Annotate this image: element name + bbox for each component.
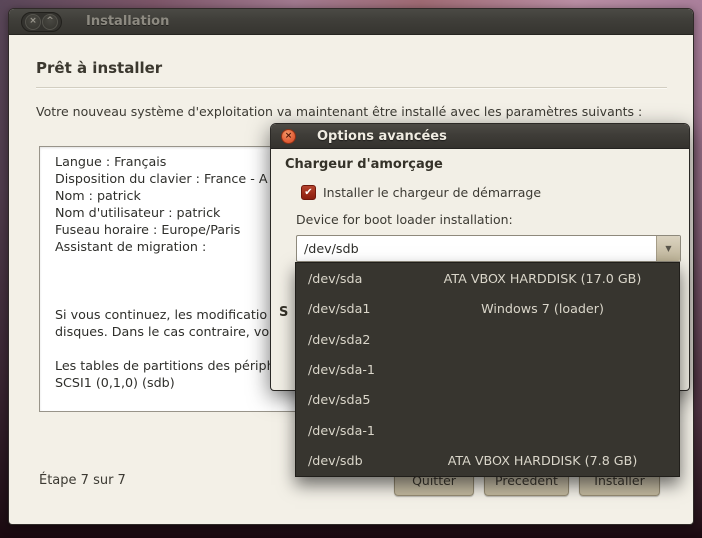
boot-device-combobox[interactable]: /dev/sdb ▼	[296, 235, 681, 262]
hidden-section-fragment: S	[279, 305, 289, 320]
dropdown-item[interactable]: /dev/sda2	[296, 324, 679, 354]
maximize-window-icon[interactable]: ^	[42, 13, 58, 30]
chevron-down-icon[interactable]: ▼	[656, 236, 680, 261]
step-indicator: Étape 7 sur 7	[39, 473, 126, 488]
device-name: /dev/sda2	[308, 331, 371, 347]
dialog-close-icon[interactable]: ×	[281, 128, 296, 144]
combobox-value: /dev/sdb	[304, 241, 359, 256]
close-window-icon[interactable]: ×	[25, 13, 41, 30]
window-controls: × ^	[21, 11, 62, 32]
dialog-title: Options avancées	[317, 128, 447, 144]
device-description: ATA VBOX HARDDISK (7.8 GB)	[447, 453, 638, 469]
title-separator	[36, 87, 667, 89]
device-name: /dev/sda5	[308, 392, 371, 408]
device-description: Windows 7 (loader)	[481, 301, 604, 317]
boot-device-dropdown: /dev/sda ATA VBOX HARDDISK (17.0 GB) /de…	[295, 262, 680, 477]
main-window-titlebar[interactable]: × ^ Installation	[9, 9, 693, 35]
dropdown-item[interactable]: /dev/sda1 Windows 7 (loader)	[296, 293, 679, 323]
dropdown-item[interactable]: /dev/sda ATA VBOX HARDDISK (17.0 GB)	[296, 263, 679, 293]
device-name: /dev/sda1	[308, 301, 371, 317]
dropdown-item[interactable]: /dev/sdb ATA VBOX HARDDISK (7.8 GB)	[296, 446, 679, 476]
desktop-background: × ^ Installation Prêt à installer Votre …	[0, 0, 702, 538]
dropdown-item[interactable]: /dev/sda5	[296, 385, 679, 415]
dialog-titlebar[interactable]: × Options avancées	[271, 124, 689, 149]
intro-text: Votre nouveau système d'exploitation va …	[36, 104, 643, 119]
device-name: /dev/sda-1	[308, 361, 376, 377]
boot-device-label: Device for boot loader installation:	[296, 212, 513, 227]
device-name: /dev/sdb	[308, 453, 363, 469]
install-bootloader-checkbox[interactable]: ✔	[301, 185, 316, 200]
dropdown-item[interactable]: /dev/sda-1	[296, 415, 679, 445]
bootloader-section-title: Chargeur d'amorçage	[285, 157, 443, 172]
device-description: ATA VBOX HARDDISK (17.0 GB)	[443, 270, 642, 286]
install-bootloader-label: Installer le chargeur de démarrage	[323, 185, 542, 200]
device-name: /dev/sda-1	[308, 422, 376, 438]
device-name: /dev/sda	[308, 270, 363, 286]
main-window-title: Installation	[86, 14, 170, 29]
page-title: Prêt à installer	[36, 59, 163, 77]
install-bootloader-row: ✔ Installer le chargeur de démarrage	[301, 185, 541, 200]
dropdown-item[interactable]: /dev/sda-1	[296, 354, 679, 384]
